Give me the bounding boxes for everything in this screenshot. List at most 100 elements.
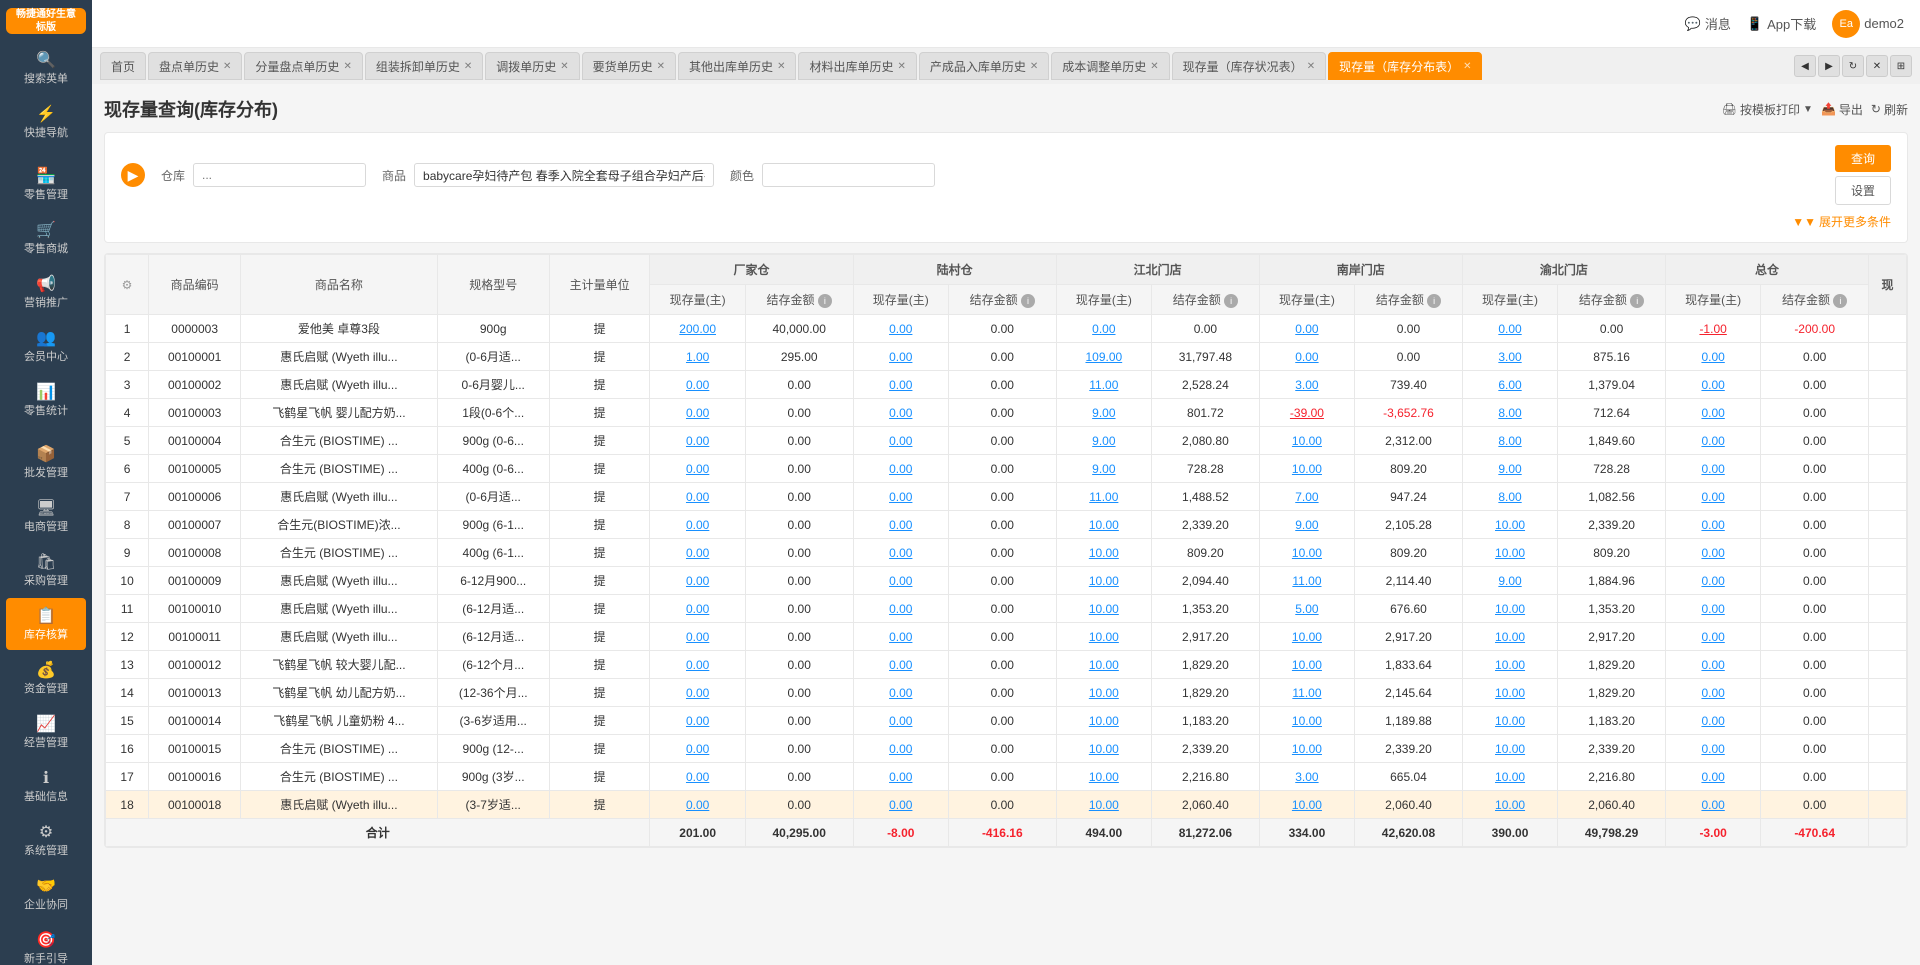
table-cell[interactable]: 1.00 [650,343,745,371]
table-cell[interactable]: 0.00 [853,679,948,707]
num-link[interactable]: 11.00 [1292,686,1321,700]
table-cell[interactable]: 10.00 [1462,679,1557,707]
table-cell[interactable]: 8.00 [1462,483,1557,511]
c4-info-icon[interactable]: i [1427,294,1441,308]
num-link[interactable]: 0.00 [889,350,912,364]
table-cell[interactable]: 0.00 [650,679,745,707]
num-link[interactable]: 0.00 [686,742,709,756]
num-link[interactable]: 0.00 [889,630,912,644]
num-link[interactable]: 0.00 [686,602,709,616]
num-link[interactable]: 8.00 [1498,490,1521,504]
table-cell[interactable]: 0.00 [853,343,948,371]
num-link[interactable]: 0.00 [686,574,709,588]
num-link[interactable]: 0.00 [889,434,912,448]
table-cell[interactable]: -39.00 [1259,399,1354,427]
tab-other-outbound-close[interactable]: ✕ [777,61,785,72]
num-link[interactable]: 0.00 [889,686,912,700]
num-link[interactable]: 11.00 [1089,378,1118,392]
num-link[interactable]: 0.00 [1701,378,1724,392]
sidebar-item-search[interactable]: 🔍 搜索英单 [6,42,86,94]
table-cell[interactable]: 0.00 [853,707,948,735]
num-link[interactable]: 10.00 [1495,602,1525,616]
num-link[interactable]: 10.00 [1089,658,1119,672]
table-cell[interactable]: 9.00 [1056,455,1151,483]
num-link[interactable]: 6.00 [1498,378,1521,392]
num-link[interactable]: 10.00 [1089,546,1119,560]
table-cell[interactable]: 0.00 [650,427,745,455]
table-cell[interactable]: 5.00 [1259,595,1354,623]
num-link[interactable]: 10.00 [1089,742,1119,756]
tab-stock-distribution[interactable]: 现存量（库存分布表） ✕ [1328,52,1482,80]
table-cell[interactable]: 109.00 [1056,343,1151,371]
num-link[interactable]: 0.00 [1701,686,1724,700]
sidebar-item-inventory[interactable]: 📋 库存核算 [6,598,86,650]
num-link[interactable]: 0.00 [889,602,912,616]
tab-transfer-close[interactable]: ✕ [560,61,568,72]
num-link[interactable]: 10.00 [1292,546,1322,560]
table-cell[interactable]: 7.00 [1259,483,1354,511]
num-link[interactable]: 0.00 [686,770,709,784]
num-link[interactable]: 0.00 [1701,658,1724,672]
table-cell[interactable]: 0.00 [853,511,948,539]
num-link[interactable]: 10.00 [1089,518,1119,532]
table-cell[interactable]: 0.00 [650,567,745,595]
table-cell[interactable]: 10.00 [1056,651,1151,679]
num-link[interactable]: 0.00 [686,798,709,812]
num-link[interactable]: 10.00 [1089,770,1119,784]
num-link[interactable]: 10.00 [1292,798,1322,812]
sidebar-item-ecommerce[interactable]: 🖥 电商管理 [6,490,86,542]
num-link[interactable]: 0.00 [1701,742,1724,756]
tab-finished-inbound[interactable]: 产成品入库单历史 ✕ [919,52,1049,80]
table-cell[interactable]: 10.00 [1259,623,1354,651]
num-link[interactable]: 0.00 [889,770,912,784]
num-link[interactable]: 9.00 [1092,462,1115,476]
num-link[interactable]: 0.00 [686,518,709,532]
table-cell[interactable]: 0.00 [853,455,948,483]
table-cell[interactable]: 0.00 [1665,707,1760,735]
num-link[interactable]: 10.00 [1292,630,1322,644]
num-link[interactable]: 0.00 [889,490,912,504]
num-link[interactable]: 0.00 [889,714,912,728]
table-cell[interactable]: 10.00 [1259,455,1354,483]
table-cell[interactable]: 0.00 [1665,763,1760,791]
table-cell[interactable]: 11.00 [1056,371,1151,399]
table-cell[interactable]: 0.00 [1259,315,1354,343]
sidebar-item-guide[interactable]: 🎯 新手引导 [6,922,86,965]
num-link[interactable]: 10.00 [1495,546,1525,560]
tab-stock-status[interactable]: 现存量（库存状况表） ✕ [1172,52,1326,80]
num-link[interactable]: 0.00 [686,434,709,448]
table-cell[interactable]: 10.00 [1259,735,1354,763]
table-cell[interactable]: 9.00 [1462,455,1557,483]
tab-material-outbound-close[interactable]: ✕ [897,61,905,72]
tab-requisition[interactable]: 要货单历史 ✕ [582,52,676,80]
num-link[interactable]: 10.00 [1089,574,1119,588]
num-link[interactable]: 0.00 [1701,518,1724,532]
num-link[interactable]: 0.00 [1092,322,1115,336]
num-link[interactable]: 10.00 [1292,714,1322,728]
tab-nav-left[interactable]: ◀ [1794,55,1816,77]
num-link[interactable]: 10.00 [1292,742,1322,756]
num-link[interactable]: 0.00 [889,798,912,812]
table-cell[interactable]: 0.00 [853,315,948,343]
refresh-btn[interactable]: ↻ 刷新 [1871,101,1908,118]
table-cell[interactable]: 0.00 [853,763,948,791]
num-link[interactable]: 0.00 [1498,322,1521,336]
tab-stocktake-close[interactable]: ✕ [223,61,231,72]
table-cell[interactable]: 10.00 [1259,707,1354,735]
num-link[interactable]: 10.00 [1292,658,1322,672]
table-cell[interactable]: 0.00 [1462,315,1557,343]
table-cell[interactable]: 0.00 [1665,791,1760,819]
num-link[interactable]: 10.00 [1495,714,1525,728]
export-btn[interactable]: 📤 导出 [1821,101,1863,118]
table-cell[interactable]: 10.00 [1056,763,1151,791]
table-cell[interactable]: -1.00 [1665,315,1760,343]
tab-material-outbound[interactable]: 材料出库单历史 ✕ [798,52,916,80]
num-link[interactable]: -1.00 [1699,322,1726,336]
table-cell[interactable]: 10.00 [1056,735,1151,763]
app-download-btn[interactable]: 📱 App下载 [1747,14,1816,33]
table-cell[interactable]: 0.00 [650,399,745,427]
table-cell[interactable]: 3.00 [1259,763,1354,791]
sidebar-item-finance[interactable]: 💰 资金管理 [6,652,86,704]
num-link[interactable]: 109.00 [1085,350,1122,364]
num-link[interactable]: 3.00 [1295,770,1318,784]
